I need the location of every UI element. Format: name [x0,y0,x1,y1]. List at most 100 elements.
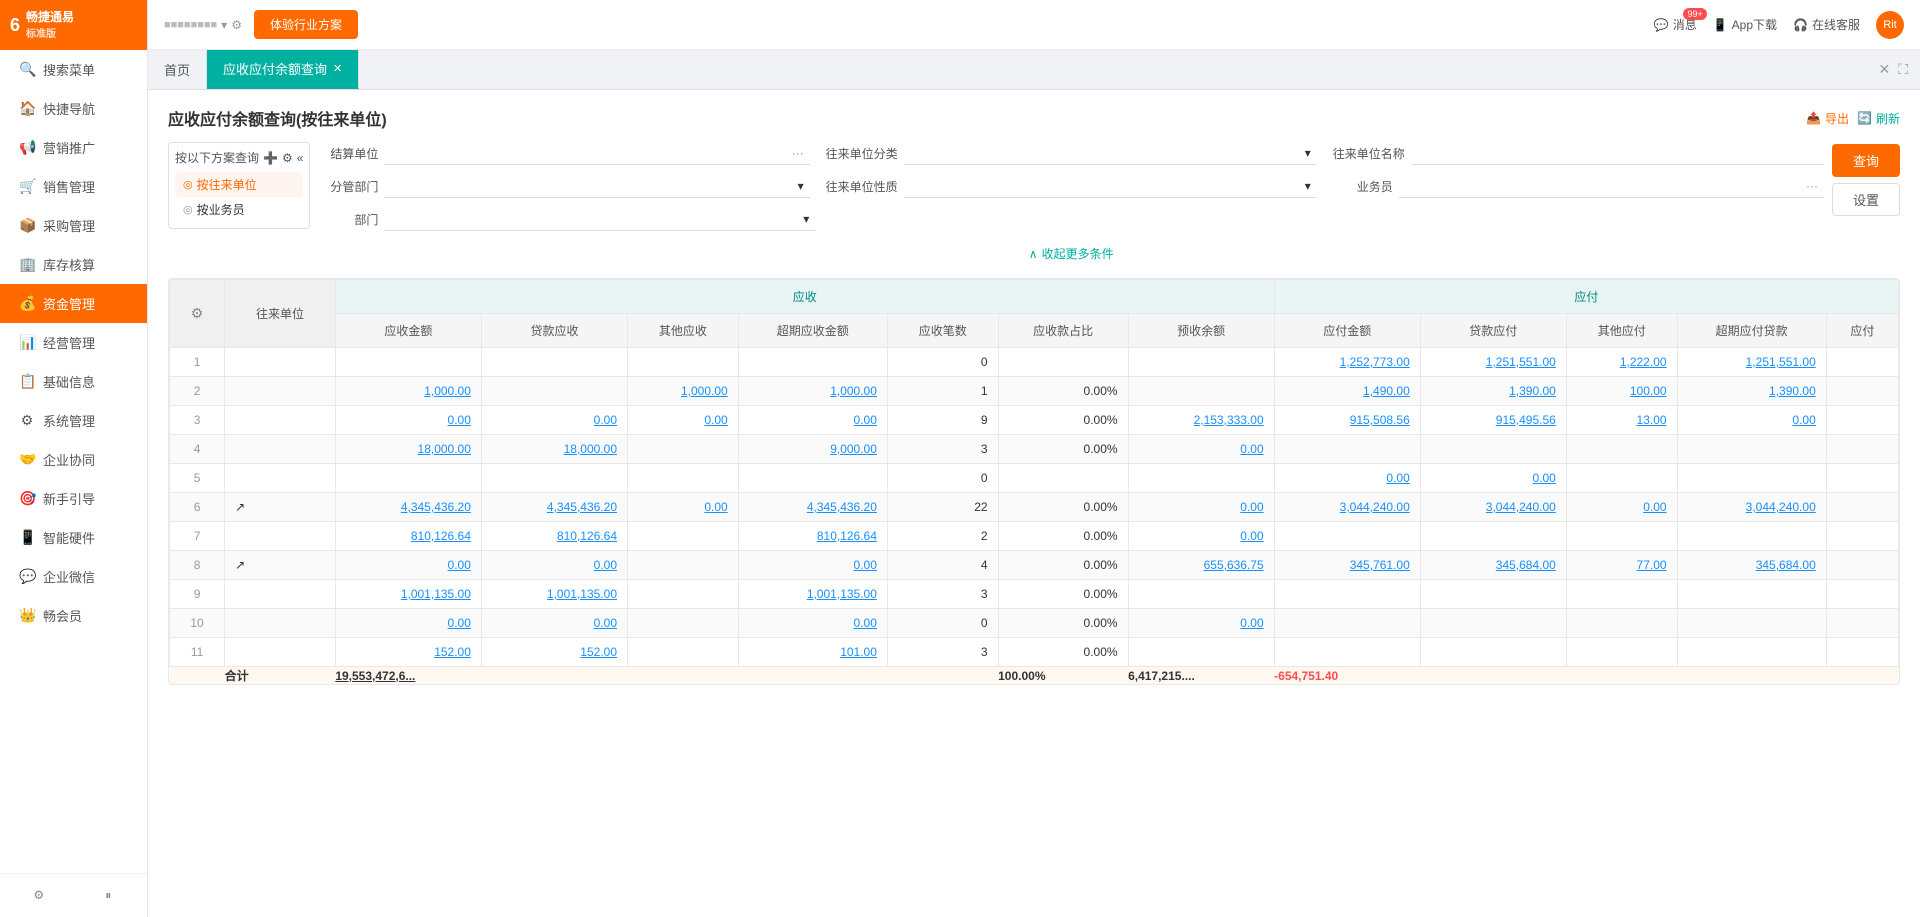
table-cell[interactable]: 0.00 [738,609,887,638]
table-cell[interactable]: 1,252,773.00 [1274,348,1420,377]
sidebar-item-采购管理[interactable]: 📦采购管理 [0,206,147,245]
settlement-unit-dots[interactable]: ··· [792,146,804,160]
table-cell[interactable]: 0.00 [738,406,887,435]
table-cell[interactable]: 0.00 [1677,406,1826,435]
table-cell[interactable]: 3,044,240.00 [1420,493,1566,522]
table-cell[interactable]: 810,126.64 [738,522,887,551]
tab-close-all-btn[interactable]: ✕ [1878,61,1890,78]
sidebar-item-畅会员[interactable]: 👑畅会员 [0,596,147,635]
table-cell[interactable]: 0.00 [481,406,627,435]
table-cell[interactable]: 9,000.00 [738,435,887,464]
table-cell[interactable]: 0.00 [1566,493,1677,522]
table-cell[interactable]: 3,044,240.00 [1274,493,1420,522]
sidebar-item-智能硬件[interactable]: 📱智能硬件 [0,518,147,557]
table-cell[interactable]: 1,390.00 [1677,377,1826,406]
table-settings-icon[interactable]: ⚙ [191,305,204,321]
table-cell[interactable]: 2,153,333.00 [1128,406,1274,435]
table-cell[interactable]: 345,761.00 [1274,551,1420,580]
table-cell[interactable]: 1,390.00 [1420,377,1566,406]
table-cell[interactable]: 0.00 [1128,493,1274,522]
service-link[interactable]: 🎧 在线客服 [1793,16,1860,33]
tab-home[interactable]: 首页 [148,50,207,89]
sidebar-item-库存核算[interactable]: 🏢库存核算 [0,245,147,284]
table-cell[interactable]: 1,000.00 [335,377,481,406]
table-cell[interactable]: 915,508.56 [1274,406,1420,435]
scheme-item-salesman[interactable]: ◎ 按业务员 [175,197,303,222]
partner-name-input[interactable] [1411,142,1824,165]
tab-expand-btn[interactable]: ⛶ [1898,61,1908,78]
scheme-settings-icon[interactable]: ⚙ [282,151,293,165]
solution-button[interactable]: 体验行业方案 [254,10,358,39]
table-cell[interactable]: 18,000.00 [481,435,627,464]
collapse-more-btn[interactable]: ∧ 收起更多条件 [318,241,1824,266]
sidebar-item-搜索菜单[interactable]: 🔍搜索菜单 [0,50,147,89]
table-cell[interactable]: 0.00 [738,551,887,580]
table-cell[interactable]: 0.00 [335,551,481,580]
partner-nature-select[interactable]: ▾ [904,175,1317,198]
table-cell[interactable]: 100.00 [1566,377,1677,406]
refresh-button[interactable]: 🔄 刷新 [1857,110,1900,127]
table-cell[interactable]: 18,000.00 [335,435,481,464]
collapse-sidebar-btn[interactable]: ⏸ [78,882,140,909]
sidebar-item-新手引导[interactable]: 🎯新手引导 [0,479,147,518]
table-cell[interactable]: 1,000.00 [738,377,887,406]
settlement-unit-input[interactable]: ··· [384,142,809,165]
table-cell[interactable]: 0.00 [481,551,627,580]
table-cell[interactable]: 0.00 [1274,464,1420,493]
settings-bottom-btn[interactable]: ⚙ [8,882,70,909]
table-cell[interactable]: 1,001,135.00 [335,580,481,609]
tab-ar-ap[interactable]: 应收应付余额查询 ✕ [207,50,359,89]
table-cell[interactable]: 101.00 [738,638,887,667]
table-cell[interactable]: 1,490.00 [1274,377,1420,406]
table-cell[interactable]: 1,251,551.00 [1677,348,1826,377]
export-button[interactable]: 📤 导出 [1806,110,1849,127]
table-cell[interactable]: 1,222.00 [1566,348,1677,377]
table-cell[interactable]: 0.00 [628,406,739,435]
scheme-item-partner[interactable]: ◎ 按往来单位 [175,172,303,197]
table-cell[interactable]: 3,044,240.00 [1677,493,1826,522]
sidebar-item-资金管理[interactable]: 💰资金管理 [0,284,147,323]
table-cell[interactable]: 0.00 [335,609,481,638]
salesman-dots[interactable]: ··· [1806,179,1818,193]
messages-badge[interactable]: 💬 消息 99+ [1654,16,1697,33]
partner-category-select[interactable]: ▾ [904,142,1317,165]
sidebar-item-营销推广[interactable]: 📢营销推广 [0,128,147,167]
table-cell[interactable]: 0.00 [481,609,627,638]
table-cell[interactable]: 77.00 [1566,551,1677,580]
salesman-input[interactable]: ··· [1399,175,1824,198]
sidebar-item-系统管理[interactable]: ⚙系统管理 [0,401,147,440]
table-cell[interactable]: 152.00 [335,638,481,667]
table-cell[interactable]: 0.00 [1128,435,1274,464]
table-cell[interactable]: 810,126.64 [481,522,627,551]
table-cell[interactable]: 345,684.00 [1677,551,1826,580]
download-link[interactable]: 📱 App下载 [1713,16,1777,33]
user-avatar[interactable]: Rit [1876,11,1904,39]
table-cell[interactable]: 0.00 [1128,609,1274,638]
table-cell[interactable]: 915,495.56 [1420,406,1566,435]
sidebar-item-销售管理[interactable]: 🛒销售管理 [0,167,147,206]
table-cell[interactable]: 655,636.75 [1128,551,1274,580]
table-cell[interactable]: 1,001,135.00 [481,580,627,609]
sidebar-item-经营管理[interactable]: 📊经营管理 [0,323,147,362]
table-cell[interactable]: 4,345,436.20 [738,493,887,522]
table-cell[interactable]: 1,000.00 [628,377,739,406]
sidebar-item-企业微信[interactable]: 💬企业微信 [0,557,147,596]
table-cell[interactable]: 4,345,436.20 [335,493,481,522]
gear-header-icon[interactable]: ⚙ [231,18,242,32]
sidebar-item-基础信息[interactable]: 📋基础信息 [0,362,147,401]
scheme-collapse-icon[interactable]: « [297,151,304,165]
table-cell[interactable]: 345,684.00 [1420,551,1566,580]
table-cell[interactable]: 13.00 [1566,406,1677,435]
table-cell[interactable]: 0.00 [1420,464,1566,493]
settings-button[interactable]: 设置 [1832,183,1900,216]
sidebar-item-企业协同[interactable]: 🤝企业协同 [0,440,147,479]
query-button[interactable]: 查询 [1832,144,1900,177]
department-select[interactable]: ▾ [384,208,815,231]
table-cell[interactable]: 152.00 [481,638,627,667]
table-cell[interactable]: 0.00 [335,406,481,435]
th-settings[interactable]: ⚙ [170,280,225,348]
table-cell[interactable]: 0.00 [628,493,739,522]
dept-select[interactable]: ▾ [384,175,809,198]
table-cell[interactable]: 810,126.64 [335,522,481,551]
table-cell[interactable]: 0.00 [1128,522,1274,551]
